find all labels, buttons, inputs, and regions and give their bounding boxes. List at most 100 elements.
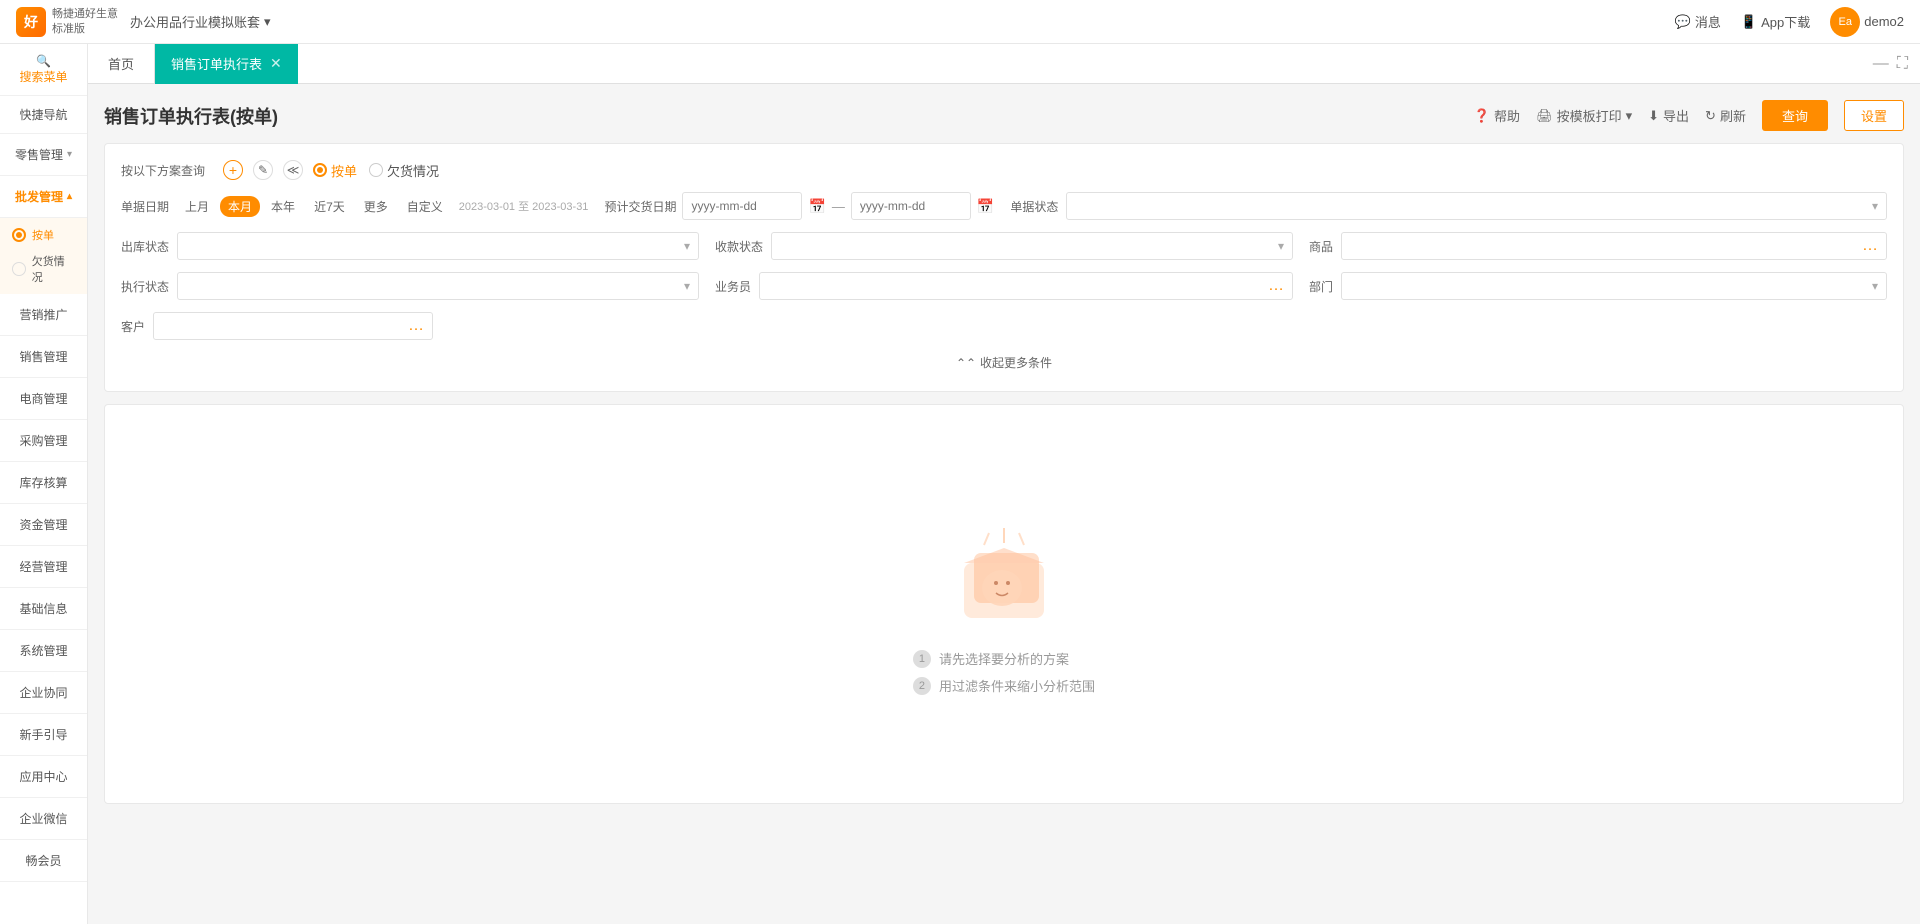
sidebar-item-appcenter[interactable]: 应用中心	[0, 756, 87, 798]
receipt-chevron-icon: ▾	[1278, 239, 1284, 253]
salesman-input-area[interactable]: …	[759, 272, 1293, 300]
debt-radio-icon	[12, 262, 26, 276]
expected-date-from-input[interactable]	[682, 192, 802, 220]
salesman-filter: 业务员 …	[715, 272, 1293, 300]
scheme-item-order[interactable]: 按单	[313, 161, 357, 180]
expected-date-to-input[interactable]	[851, 192, 971, 220]
sidebar-item-member[interactable]: 畅会员	[0, 840, 87, 882]
filter-row-3: 执行状态 ▾ 业务员 … 部门	[121, 272, 1887, 300]
logo-icon: 好	[16, 7, 46, 37]
filter-row-2: 出库状态 ▾ 收款状态 ▾ 商品	[121, 232, 1887, 260]
sidebar-item-enterprise[interactable]: 企业协同	[0, 672, 87, 714]
export-button[interactable]: ⬇ 导出	[1648, 106, 1689, 125]
product-input-area[interactable]: …	[1341, 232, 1887, 260]
tab-minimize-button[interactable]: —	[1873, 55, 1889, 73]
date-option-this-year[interactable]: 本年	[263, 196, 303, 217]
retail-expand-icon: ▾	[67, 149, 72, 160]
empty-tips: 1 请先选择要分析的方案 2 用过滤条件来缩小分析范围	[913, 649, 1095, 695]
sidebar-item-finance[interactable]: 资金管理	[0, 504, 87, 546]
collapse-more-button[interactable]: ⌃⌃ 收起更多条件	[121, 350, 1887, 375]
customer-input-area[interactable]: …	[153, 312, 433, 340]
expected-date-filter: 预计交货日期 📅 — 📅	[604, 192, 994, 220]
scheme-order-radio	[313, 163, 327, 177]
expected-date-from-cal-icon[interactable]: 📅	[808, 198, 825, 215]
sidebar-item-retail[interactable]: 零售管理 ▾	[0, 134, 87, 176]
message-icon: 💬	[1675, 14, 1691, 30]
tab-bar: 首页 销售订单执行表 ✕ — ⛶	[88, 44, 1920, 84]
settings-button[interactable]: 设置	[1844, 100, 1904, 131]
doc-status-select[interactable]: ▾	[1066, 192, 1887, 220]
wholesale-sub-menu: 按单 欠货情况	[0, 218, 87, 294]
empty-svg-icon	[944, 513, 1064, 633]
tab-home[interactable]: 首页	[88, 44, 155, 84]
stock-out-filter: 出库状态 ▾	[121, 232, 699, 260]
print-icon: 🖨	[1536, 108, 1553, 124]
scheme-edit-button[interactable]: ✎	[253, 160, 273, 180]
expected-date-to-cal-icon[interactable]: 📅	[977, 198, 994, 215]
sidebar: 🔍 搜索菜单 快捷导航 零售管理 ▾ 批发管理 ▴ 按单 欠货情况 营销推广	[0, 44, 88, 924]
logo-area: 好 畅捷通好生意 标准版	[16, 7, 118, 37]
sidebar-search[interactable]: 🔍 搜索菜单	[0, 44, 87, 96]
customer-more-icon[interactable]: …	[408, 317, 424, 335]
stock-out-chevron-icon: ▾	[684, 239, 690, 253]
product-more-icon[interactable]: …	[1862, 237, 1878, 255]
date-option-more[interactable]: 更多	[356, 196, 396, 217]
tab-close-button[interactable]: ✕	[270, 55, 282, 72]
empty-tip-1: 1 请先选择要分析的方案	[913, 649, 1095, 668]
sidebar-item-corpwx[interactable]: 企业微信	[0, 798, 87, 840]
filter-row-4: 客户 …	[121, 312, 1887, 340]
sidebar-item-purchase[interactable]: 采购管理	[0, 420, 87, 462]
result-panel: 1 请先选择要分析的方案 2 用过滤条件来缩小分析范围	[104, 404, 1904, 804]
app-selector[interactable]: 办公用品行业模拟账套 ▾	[130, 12, 271, 31]
doc-status-filter: 单据状态 ▾	[1010, 192, 1887, 220]
sidebar-item-newguide[interactable]: 新手引导	[0, 714, 87, 756]
query-button[interactable]: 查询	[1762, 100, 1828, 131]
scheme-item-debt[interactable]: 欠货情况	[369, 161, 439, 180]
page-title: 销售订单执行表(按单)	[104, 103, 278, 129]
exec-status-select[interactable]: ▾	[177, 272, 699, 300]
message-button[interactable]: 💬 消息	[1675, 12, 1721, 31]
sidebar-item-marketing[interactable]: 营销推广	[0, 294, 87, 336]
tip1-num: 1	[913, 650, 931, 668]
sidebar-item-operations[interactable]: 经营管理	[0, 546, 87, 588]
scheme-collapse-button[interactable]: ≪	[283, 160, 303, 180]
app-download-button[interactable]: 📱 App下载	[1741, 12, 1810, 31]
top-bar-right: 💬 消息 📱 App下载 Ea demo2	[1675, 7, 1904, 37]
tab-bar-actions: — ⛶	[1873, 55, 1920, 73]
tab-expand-button[interactable]: ⛶	[1897, 55, 1908, 73]
sidebar-sub-debt[interactable]: 欠货情况	[12, 248, 75, 290]
receipt-filter: 收款状态 ▾	[715, 232, 1293, 260]
sidebar-item-system[interactable]: 系统管理	[0, 630, 87, 672]
salesman-more-icon[interactable]: …	[1268, 277, 1284, 295]
sidebar-item-sales[interactable]: 销售管理	[0, 336, 87, 378]
print-button[interactable]: 🖨 按模板打印 ▾	[1536, 106, 1632, 125]
sidebar-item-wholesale[interactable]: 批发管理 ▴	[0, 176, 87, 218]
scheme-add-button[interactable]: +	[223, 160, 243, 180]
dept-chevron-icon: ▾	[1872, 279, 1878, 293]
help-button[interactable]: ❓ 帮助	[1474, 106, 1520, 125]
tab-sales-order-exec[interactable]: 销售订单执行表 ✕	[155, 44, 298, 84]
date-option-last-month[interactable]: 上月	[177, 196, 217, 217]
sidebar-nav[interactable]: 快捷导航	[0, 96, 87, 134]
sidebar-item-stock[interactable]: 库存核算	[0, 462, 87, 504]
search-icon: 🔍	[36, 54, 51, 68]
sidebar-item-ecommerce[interactable]: 电商管理	[0, 378, 87, 420]
date-option-custom[interactable]: 自定义	[399, 196, 451, 217]
sidebar-sub-order[interactable]: 按单	[12, 222, 75, 248]
empty-tip-2: 2 用过滤条件来缩小分析范围	[913, 676, 1095, 695]
main-layout: 🔍 搜索菜单 快捷导航 零售管理 ▾ 批发管理 ▴ 按单 欠货情况 营销推广	[0, 44, 1920, 924]
user-menu[interactable]: Ea demo2	[1830, 7, 1904, 37]
scheme-debt-radio	[369, 163, 383, 177]
date-option-7days[interactable]: 近7天	[306, 196, 353, 217]
stock-out-select[interactable]: ▾	[177, 232, 699, 260]
sidebar-item-basics[interactable]: 基础信息	[0, 588, 87, 630]
scheme-selector-row: 按以下方案查询 + ✎ ≪ 按单 欠货情况	[121, 160, 1887, 180]
date-option-this-month[interactable]: 本月	[220, 196, 260, 217]
refresh-button[interactable]: ↻ 刷新	[1705, 106, 1746, 125]
exec-status-filter: 执行状态 ▾	[121, 272, 699, 300]
doc-date-filter: 单据日期 上月 本月 本年 近7天 更多 自定义 2023-03-01 至 20…	[121, 196, 588, 217]
print-chevron-icon: ▾	[1626, 108, 1633, 124]
download-icon: 📱	[1741, 14, 1757, 30]
dept-select[interactable]: ▾	[1341, 272, 1887, 300]
receipt-select[interactable]: ▾	[771, 232, 1293, 260]
